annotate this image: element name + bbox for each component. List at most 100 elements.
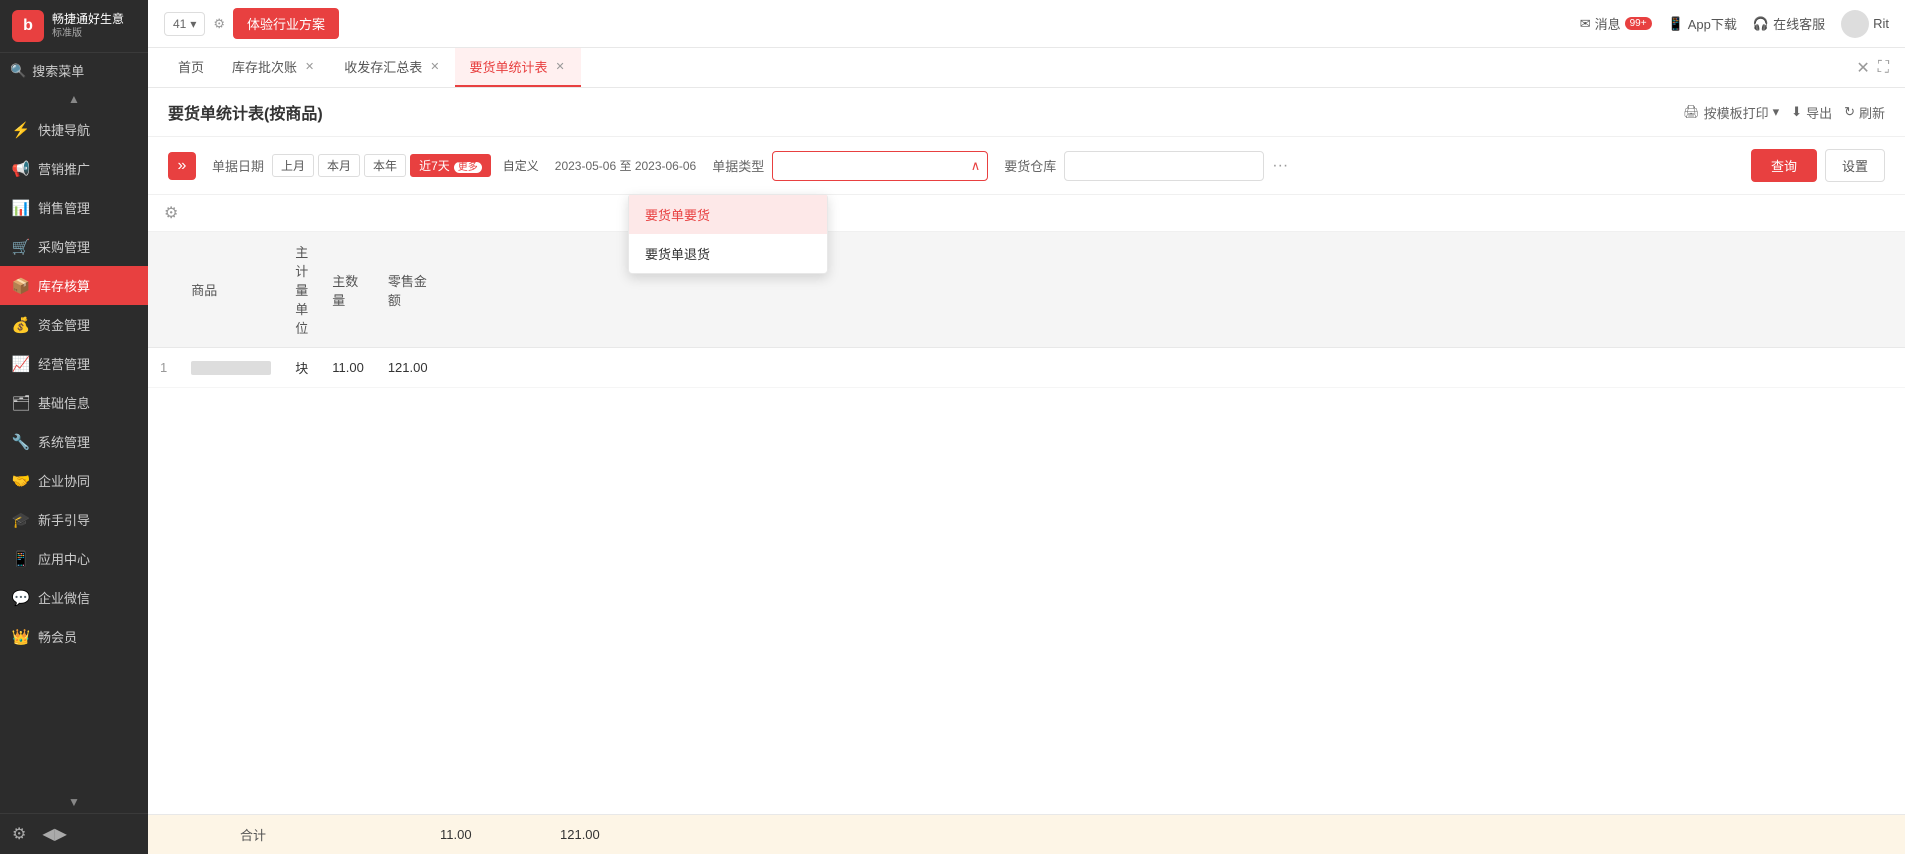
type-select-wrapper: ∧ [772,151,988,181]
more-filter-icon[interactable]: ··· [1272,157,1288,175]
sidebar-scroll-down[interactable]: ▼ [0,791,148,813]
messages-badge: 99+ [1625,17,1652,30]
col-header-index [148,232,179,348]
sidebar-item-quick-nav[interactable]: ⚡ 快捷导航 [0,110,148,149]
date-shortcuts: 上月 本月 本年 近7天更多 自定义 [272,154,547,177]
enterprise-icon: 🤝 [12,472,30,490]
page-title: 要货单统计表(按商品) [168,100,323,136]
table-settings-icon[interactable]: ⚙ [164,203,178,223]
col-header-quantity: 主数量 [320,232,376,348]
sidebar-item-system[interactable]: 🔧 系统管理 [0,422,148,461]
sidebar-item-guide[interactable]: 🎓 新手引导 [0,500,148,539]
date-btn-this-year[interactable]: 本年 [364,154,406,177]
tabbar-actions: ✕ ⛶ [1856,58,1889,78]
product-placeholder [191,361,271,375]
table-toolbar: ⚙ [148,195,1905,232]
sidebar-item-app-center[interactable]: 📱 应用中心 [0,539,148,578]
user-avatar-item[interactable]: Rit [1841,10,1889,38]
sidebar-item-member[interactable]: 👑 畅会员 [0,617,148,656]
topbar: 41 ▾ ⚙ 体验行业方案 ✉ 消息 99+ 📱 App下载 🎧 在线客服 R [148,0,1905,48]
query-button[interactable]: 查询 [1751,149,1817,182]
filter-actions: 查询 设置 [1751,149,1885,182]
expand-tabs-icon[interactable]: ⛶ [1878,59,1889,77]
data-table: 商品 主计量单位 主数量 零售金额 1 [148,232,1905,388]
company-selector[interactable]: 41 ▾ [164,12,205,36]
dropdown-item-order-goods[interactable]: 要货单要货 [629,195,827,234]
finance-icon: 💰 [12,316,30,334]
type-dropdown: 要货单要货 要货单退货 [628,194,828,274]
trial-button[interactable]: 体验行业方案 [233,8,339,39]
sidebar-logo: b 畅捷通好生意 标准版 [0,0,148,53]
settings-gear-icon[interactable]: ⚙ [213,16,225,32]
sidebar-item-purchase[interactable]: 🛒 采购管理 [0,227,148,266]
date-btn-up-month[interactable]: 上月 [272,154,314,177]
main-content: 41 ▾ ⚙ 体验行业方案 ✉ 消息 99+ 📱 App下载 🎧 在线客服 R [148,0,1905,854]
collapse-icon[interactable]: ◀▶ [42,824,67,844]
tab-order-summary[interactable]: 要货单统计表 ✕ [455,48,580,87]
logo-text: 畅捷通好生意 标准版 [52,12,124,41]
warehouse-filter-group: 要货仓库 ··· [1004,151,1288,181]
date-filter-group: 单据日期 上月 本月 本年 近7天更多 自定义 2023-05-06 至 202… [212,154,696,177]
close-all-icon[interactable]: ✕ [1856,58,1869,78]
table-footer: 合计 11.00 121.00 [148,814,1905,854]
tab-close-receive-summary[interactable]: ✕ [428,58,441,75]
print-icon: 🖨 [1683,104,1700,120]
sidebar-bottom: ⚙ ◀▶ [0,813,148,854]
inventory-icon: 📦 [12,277,30,295]
tab-close-order-summary[interactable]: ✕ [554,58,567,75]
sidebar-item-inventory[interactable]: 📦 库存核算 [0,266,148,305]
expand-print-icon: ▾ [1773,104,1780,120]
sidebar-item-operations[interactable]: 📈 经营管理 [0,344,148,383]
type-select-input[interactable] [772,151,988,181]
print-template-link[interactable]: 🖨 按模板打印 ▾ [1683,103,1779,122]
tab-receive-summary[interactable]: 收发存汇总表 ✕ [330,48,455,87]
basic-icon: 🗂 [12,394,30,412]
footer-amount: 121.00 [560,827,680,842]
tab-close-inventory-batch[interactable]: ✕ [303,58,316,75]
sidebar-item-marketing[interactable]: 📢 营销推广 [0,149,148,188]
warehouse-input[interactable] [1064,151,1264,181]
table-area: ⚙ 商品 主计量单位 主数量 零售金额 [148,195,1905,854]
cell-quantity: 11.00 [320,348,376,388]
sidebar-item-sales[interactable]: 📊 销售管理 [0,188,148,227]
service-icon: 🎧 [1753,16,1769,32]
guide-icon: 🎓 [12,511,30,529]
sidebar-scroll-up[interactable]: ▲ [0,88,148,110]
cell-product [179,348,283,388]
cell-index: 1 [148,348,179,388]
messages-icon: ✉ [1580,16,1591,32]
tabbar: 首页 库存批次账 ✕ 收发存汇总表 ✕ 要货单统计表 ✕ ✕ ⛶ [148,48,1905,88]
col-header-amount: 零售金额 [376,232,440,348]
sidebar-item-basic[interactable]: 🗂 基础信息 [0,383,148,422]
dropdown-item-order-return[interactable]: 要货单退货 [629,234,827,273]
tab-home[interactable]: 首页 [164,48,218,87]
warehouse-label: 要货仓库 [1004,156,1056,175]
app-download-item[interactable]: 📱 App下载 [1668,14,1737,33]
date-btn-custom[interactable]: 自定义 [495,155,547,176]
sidebar-item-enterprise[interactable]: 🤝 企业协同 [0,461,148,500]
company-dropdown-icon: ▾ [190,17,196,31]
page-header: 要货单统计表(按商品) 🖨 按模板打印 ▾ ⬇ 导出 ↻ 刷新 [148,88,1905,137]
sidebar-item-finance[interactable]: 💰 资金管理 [0,305,148,344]
online-service-item[interactable]: 🎧 在线客服 [1753,14,1825,33]
tab-inventory-batch[interactable]: 库存批次账 ✕ [218,48,330,87]
settings-button[interactable]: 设置 [1825,149,1885,182]
filter-expand-button[interactable]: » [168,152,196,180]
export-link[interactable]: ⬇ 导出 [1791,103,1832,122]
date-btn-more[interactable]: 近7天更多 [410,154,491,177]
table-row: 1 块 11.00 121.00 [148,348,1905,388]
footer-label: 合计 [160,825,440,844]
search-icon: 🔍 [10,63,26,79]
col-header-product: 商品 [179,232,283,348]
filter-bar: » 单据日期 上月 本月 本年 近7天更多 自定义 2023-05-06 至 2… [148,137,1905,195]
date-btn-this-month[interactable]: 本月 [318,154,360,177]
refresh-link[interactable]: ↻ 刷新 [1844,103,1885,122]
cell-unit: 块 [283,348,320,388]
settings-bottom-icon[interactable]: ⚙ [12,824,26,844]
sidebar-item-wechat[interactable]: 💬 企业微信 [0,578,148,617]
sales-icon: 📊 [12,199,30,217]
type-filter-group: 单据类型 ∧ [712,151,988,181]
sidebar-search[interactable]: 🔍 搜索菜单 [0,53,148,88]
date-range-display: 2023-05-06 至 2023-06-06 [555,157,696,174]
messages-item[interactable]: ✉ 消息 99+ [1580,14,1652,33]
